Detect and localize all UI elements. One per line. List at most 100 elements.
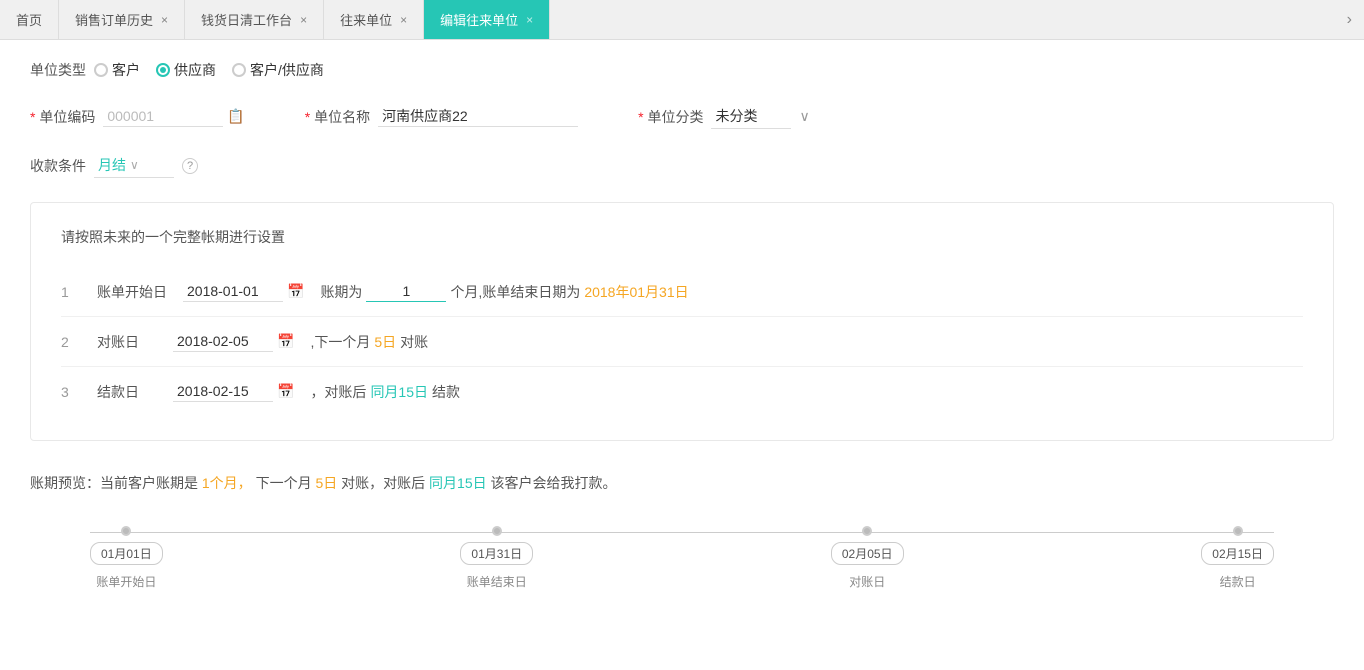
preview-part3-highlight: 同月15日 [429, 475, 487, 491]
tab-edit-partner-close[interactable]: × [526, 13, 533, 27]
tab-sales-history[interactable]: 销售订单历史 × [59, 0, 185, 39]
preview-part3-suffix: 该客户会给我打款。 [491, 475, 617, 491]
period-num-3: 3 [61, 384, 81, 400]
timeline-points: 01月01日 账单开始日 01月31日 账单结束日 02月05日 对账日 [50, 526, 1314, 590]
period-months-input[interactable] [366, 281, 446, 302]
radio-customer-label: 客户 [112, 60, 140, 80]
period-suffix-1-middle: 个月,账单结束日期为 [450, 282, 580, 302]
timeline-badge-4: 02月15日 [1201, 542, 1274, 565]
period-label-3: 结款日 [97, 382, 157, 402]
timeline-point-2: 01月31日 账单结束日 [460, 526, 533, 590]
timeline-label-3: 对账日 [849, 573, 885, 590]
radio-both-label: 客户/供应商 [250, 60, 324, 80]
help-icon[interactable]: ? [182, 158, 198, 174]
tabs-bar: 首页 销售订单历史 × 钱货日清工作台 × 往来单位 × 编辑往来单位 × › [0, 0, 1364, 40]
period-suffix-3: ，对账后 同月15日 结款 [310, 382, 460, 402]
unit-category-chevron: ∨ [799, 108, 809, 125]
period-settings-box: 请按照未来的一个完整帐期进行设置 1 账单开始日 📅 账期为 个月,账单结束日期… [30, 202, 1334, 441]
period-date-1-calendar[interactable]: 📅 [287, 283, 304, 300]
preview-section: 账期预览：当前客户账期是 1个月， 下一个月 5日 对账，对账后 同月15日 该… [30, 461, 1334, 650]
unit-category-select[interactable]: 未分类 ∨ [711, 104, 831, 129]
period-row-2: 2 对账日 📅 ,下一个月 5日 对账 [61, 317, 1303, 367]
period-date-3-group: 📅 [173, 381, 294, 402]
timeline-point-3: 02月05日 对账日 [831, 526, 904, 590]
period-suffix-2-prefix: ,下一个月 [310, 332, 370, 352]
period-num-2: 2 [61, 334, 81, 350]
tab-partners-close[interactable]: × [400, 13, 407, 27]
period-date-2-group: 📅 [173, 331, 294, 352]
period-label-2: 对账日 [97, 332, 157, 352]
tab-cash-work-label: 钱货日清工作台 [201, 10, 292, 29]
unit-type-group: 单位类型 客户 供应商 客户/供应商 [30, 60, 324, 80]
preview-part2-highlight: 5日 [315, 475, 337, 491]
preview-part1: 1个月， [202, 475, 252, 491]
timeline-label-2: 账单结束日 [467, 573, 527, 590]
page-content: 单位类型 客户 供应商 客户/供应商 单位编码 [0, 40, 1364, 670]
payment-terms-group: 收款条件 月结 ∨ ? [30, 153, 198, 178]
radio-both-circle [232, 63, 246, 77]
timeline-badge-2: 01月31日 [460, 542, 533, 565]
payment-terms-label: 收款条件 [30, 156, 86, 176]
payment-terms-value: 月结 [98, 155, 126, 175]
unit-category-label: 单位分类 [638, 107, 703, 127]
timeline-point-1: 01月01日 账单开始日 [90, 526, 163, 590]
tab-home-label: 首页 [16, 10, 42, 29]
timeline-point-4: 02月15日 结款日 [1201, 526, 1274, 590]
period-suffix-1: 账期为 个月,账单结束日期为 2018年01月31日 [320, 281, 688, 302]
tab-home[interactable]: 首页 [0, 0, 59, 39]
unit-code-label: 单位编码 [30, 107, 95, 127]
timeline-label-1: 账单开始日 [96, 573, 156, 590]
period-date-3-calendar[interactable]: 📅 [277, 383, 294, 400]
unit-name-label: 单位名称 [305, 107, 370, 127]
timeline: 01月01日 账单开始日 01月31日 账单结束日 02月05日 对账日 [30, 516, 1334, 630]
payment-terms-chevron: ∨ [130, 158, 139, 172]
period-box-title: 请按照未来的一个完整帐期进行设置 [61, 227, 1303, 247]
radio-both[interactable]: 客户/供应商 [232, 60, 324, 80]
period-date-1-input[interactable] [183, 281, 283, 302]
unit-category-group: 单位分类 未分类 ∨ [638, 104, 831, 129]
period-num-1: 1 [61, 284, 81, 300]
tab-cash-work-close[interactable]: × [300, 13, 307, 27]
preview-part2-prefix: 下一个月 [256, 475, 312, 491]
period-day-highlight: 5日 [374, 332, 396, 352]
tab-partners[interactable]: 往来单位 × [324, 0, 424, 39]
unit-code-group: 单位编码 📋 [30, 106, 245, 127]
radio-supplier[interactable]: 供应商 [156, 60, 216, 80]
tab-sales-history-label: 销售订单历史 [75, 10, 153, 29]
period-suffix-2-after: 对账 [400, 332, 428, 352]
period-label-1: 账单开始日 [97, 282, 167, 302]
radio-group: 客户 供应商 客户/供应商 [94, 60, 324, 80]
timeline-label-4: 结款日 [1220, 573, 1256, 590]
tab-sales-history-close[interactable]: × [161, 13, 168, 27]
radio-customer[interactable]: 客户 [94, 60, 140, 80]
radio-customer-circle [94, 63, 108, 77]
preview-text: 账期预览：当前客户账期是 1个月， 下一个月 5日 对账，对账后 同月15日 该… [30, 471, 1334, 496]
payment-terms-select[interactable]: 月结 ∨ [94, 153, 174, 178]
period-suffix-3-prefix: ，对账后 [310, 382, 366, 402]
tab-cash-work[interactable]: 钱货日清工作台 × [185, 0, 324, 39]
period-date-3-input[interactable] [173, 381, 273, 402]
unit-name-input[interactable] [378, 106, 578, 127]
payment-terms-row: 收款条件 月结 ∨ ? [30, 153, 1334, 178]
period-row-3: 3 结款日 📅 ，对账后 同月15日 结款 [61, 367, 1303, 416]
unit-name-group: 单位名称 [305, 106, 578, 127]
copy-icon[interactable]: 📋 [227, 108, 244, 125]
period-date-2-calendar[interactable]: 📅 [277, 333, 294, 350]
unit-code-input[interactable] [103, 106, 223, 127]
period-suffix-1-before: 账期为 [320, 282, 362, 302]
tabs-more-button[interactable]: › [1335, 0, 1364, 39]
period-end-date-highlight: 2018年01月31日 [584, 282, 688, 302]
help-icon-label: ? [187, 160, 193, 172]
unit-type-label: 单位类型 [30, 60, 86, 80]
period-suffix-2: ,下一个月 5日 对账 [310, 332, 428, 352]
tab-edit-partner[interactable]: 编辑往来单位 × [424, 0, 550, 39]
timeline-badge-1: 01月01日 [90, 542, 163, 565]
unit-info-row: 单位编码 📋 单位名称 单位分类 未分类 ∨ [30, 104, 1334, 129]
tab-partners-label: 往来单位 [340, 10, 392, 29]
period-date-1-group: 📅 [183, 281, 304, 302]
unit-category-value: 未分类 [711, 104, 791, 129]
period-date-2-input[interactable] [173, 331, 273, 352]
timeline-badge-3: 02月05日 [831, 542, 904, 565]
period-suffix-3-after: 结款 [432, 382, 460, 402]
radio-supplier-circle [156, 63, 170, 77]
